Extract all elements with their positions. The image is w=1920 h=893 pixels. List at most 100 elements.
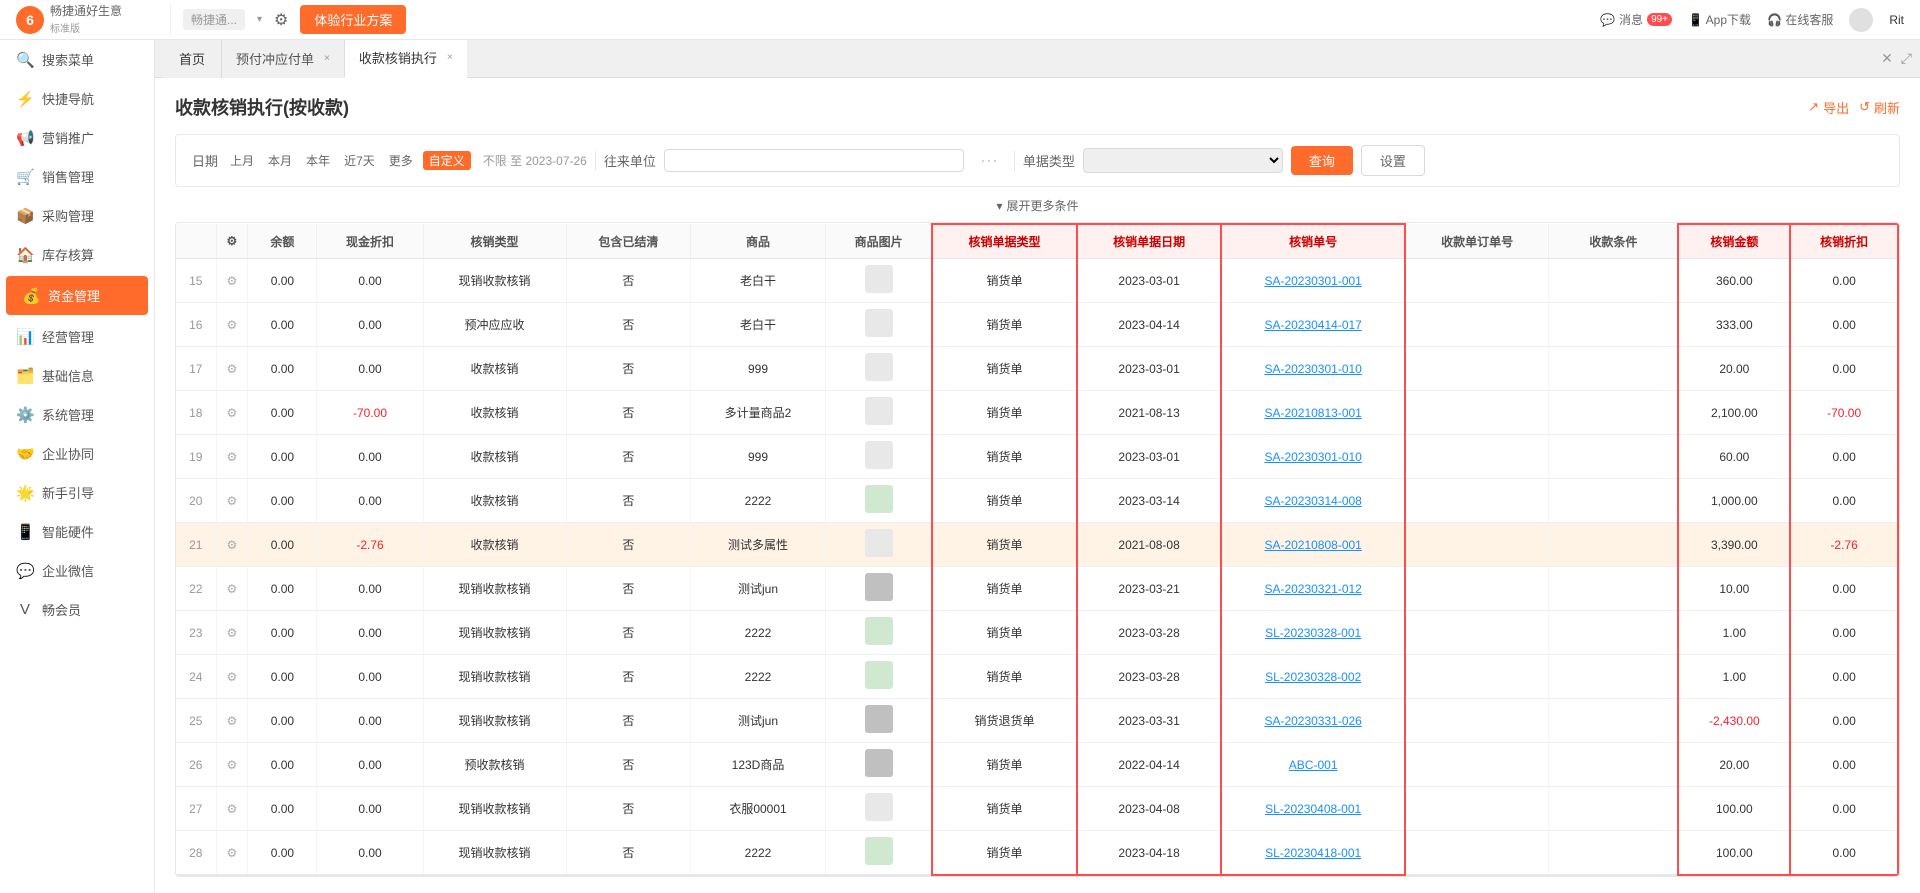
- bill-no-link-27[interactable]: SL-20230408-001: [1265, 802, 1361, 816]
- row-settings-icon[interactable]: ⚙: [227, 582, 238, 596]
- row-settings-icon[interactable]: ⚙: [227, 406, 238, 420]
- sidebar-item-finance[interactable]: 💰资金管理: [6, 276, 148, 315]
- bill-no-link-20[interactable]: SA-20230314-008: [1264, 494, 1361, 508]
- date-7days-btn[interactable]: 近7天: [340, 150, 379, 171]
- bill-no-link-24[interactable]: SL-20230328-002: [1265, 670, 1361, 684]
- date-more-btn[interactable]: 更多: [385, 150, 417, 171]
- bill-no-link-19[interactable]: SA-20230301-010: [1264, 450, 1361, 464]
- query-button[interactable]: 查询: [1291, 146, 1353, 175]
- maximize-icon[interactable]: ⤢: [1901, 50, 1912, 67]
- row-settings-icon[interactable]: ⚙: [227, 538, 238, 552]
- bill-no-link-25[interactable]: SA-20230331-026: [1264, 714, 1361, 728]
- cell-write_off_bill_no-22[interactable]: SA-20230321-012: [1221, 567, 1405, 611]
- cell-cash_discount-19: 0.00: [317, 435, 423, 479]
- row-settings-icon[interactable]: ⚙: [227, 494, 238, 508]
- refresh-button[interactable]: ↺ 刷新: [1859, 98, 1900, 117]
- cell-write_off_bill_no-21[interactable]: SA-20210808-001: [1221, 523, 1405, 567]
- cell-rownum-25: 25: [176, 699, 216, 743]
- app-download[interactable]: 📱 App下载: [1688, 11, 1751, 28]
- sidebar-item-search-menu[interactable]: 🔍搜索菜单: [0, 40, 154, 79]
- cell-write_off_bill_no-17[interactable]: SA-20230301-010: [1221, 347, 1405, 391]
- cell-write_off_discount-23: 0.00: [1790, 611, 1898, 655]
- row-settings-icon[interactable]: ⚙: [227, 450, 238, 464]
- sidebar-item-purchase[interactable]: 📦采购管理: [0, 196, 154, 235]
- tab-writeoff-close-icon[interactable]: ×: [447, 52, 453, 63]
- cell-write_off_bill_no-28[interactable]: SL-20230418-001: [1221, 831, 1405, 876]
- tab-prepay[interactable]: 预付冲应付单 ×: [221, 40, 344, 78]
- row-settings-icon[interactable]: ⚙: [227, 274, 238, 288]
- source-unit-input[interactable]: [673, 153, 955, 168]
- cell-write_off_bill_type-17: 销货单: [932, 347, 1077, 391]
- sidebar-item-sales[interactable]: 🛒销售管理: [0, 157, 154, 196]
- date-this-year-btn[interactable]: 本年: [302, 150, 334, 171]
- source-unit-dots[interactable]: ···: [980, 150, 998, 171]
- date-this-month-btn[interactable]: 本月: [264, 150, 296, 171]
- bill-no-link-16[interactable]: SA-20230414-017: [1264, 318, 1361, 332]
- tab-writeoff[interactable]: 收款核销执行 ×: [344, 40, 467, 78]
- sidebar-item-operations[interactable]: 📊经营管理: [0, 317, 154, 356]
- bill-no-link-22[interactable]: SA-20230321-012: [1264, 582, 1361, 596]
- sidebar-item-base-info[interactable]: 🗂️基础信息: [0, 356, 154, 395]
- cell-write_off_bill_no-26[interactable]: ABC-001: [1221, 743, 1405, 787]
- sidebar-item-wechat[interactable]: 💬企业微信: [0, 551, 154, 590]
- bill-no-link-17[interactable]: SA-20230301-010: [1264, 362, 1361, 376]
- company-name[interactable]: 畅捷通...: [183, 9, 245, 30]
- cell-write_off_bill_no-23[interactable]: SL-20230328-001: [1221, 611, 1405, 655]
- chevron-down-icon: ▾: [996, 199, 1002, 213]
- row-settings-icon[interactable]: ⚙: [227, 626, 238, 640]
- bill-type-select[interactable]: [1083, 148, 1283, 173]
- cell-write_off_bill_no-15[interactable]: SA-20230301-001: [1221, 259, 1405, 303]
- row-settings-icon[interactable]: ⚙: [227, 318, 238, 332]
- sidebar-item-member[interactable]: V畅会员: [0, 590, 154, 629]
- trial-button[interactable]: 体验行业方案: [300, 5, 406, 34]
- cell-write_off_bill_no-20[interactable]: SA-20230314-008: [1221, 479, 1405, 523]
- cell-balance-25: 0.00: [248, 699, 317, 743]
- row-settings-icon[interactable]: ⚙: [227, 670, 238, 684]
- row-settings-icon[interactable]: ⚙: [227, 846, 238, 860]
- bill-no-link-23[interactable]: SL-20230328-001: [1265, 626, 1361, 640]
- filter-divider2: [1014, 151, 1015, 171]
- date-custom-badge[interactable]: 自定义: [423, 151, 471, 170]
- online-service[interactable]: 🎧 在线客服: [1767, 11, 1833, 28]
- row-settings-icon[interactable]: ⚙: [227, 802, 238, 816]
- row-settings-icon[interactable]: ⚙: [227, 714, 238, 728]
- row-settings-icon[interactable]: ⚙: [227, 758, 238, 772]
- sidebar-item-quick-nav[interactable]: ⚡快捷导航: [0, 79, 154, 118]
- expand-more-btn[interactable]: ▾ 展开更多条件: [996, 197, 1078, 214]
- message-area[interactable]: 💬 消息 99+: [1600, 11, 1672, 28]
- cell-cash_discount-22: 0.00: [317, 567, 423, 611]
- bill-no-link-26[interactable]: ABC-001: [1289, 758, 1338, 772]
- tab-prepay-close-icon[interactable]: ×: [324, 53, 330, 64]
- cell-write_off_bill_no-24[interactable]: SL-20230328-002: [1221, 655, 1405, 699]
- cell-write_off_bill_no-18[interactable]: SA-20210813-001: [1221, 391, 1405, 435]
- export-button[interactable]: ↗ 导出: [1808, 98, 1849, 117]
- settings-button[interactable]: 设置: [1361, 145, 1425, 176]
- bill-no-link-21[interactable]: SA-20210808-001: [1264, 538, 1361, 552]
- sidebar-item-inventory[interactable]: 🏠库存核算: [0, 235, 154, 274]
- cell-write_off_type-21: 收款核销: [423, 523, 566, 567]
- cell-write_off_bill_no-25[interactable]: SA-20230331-026: [1221, 699, 1405, 743]
- close-window-icon[interactable]: ✕: [1881, 50, 1893, 67]
- bill-no-link-15[interactable]: SA-20230301-001: [1264, 274, 1361, 288]
- date-prev-month-btn[interactable]: 上月: [226, 150, 258, 171]
- cell-write_off_bill_no-16[interactable]: SA-20230414-017: [1221, 303, 1405, 347]
- bill-no-link-28[interactable]: SL-20230418-001: [1265, 846, 1361, 860]
- bill-no-link-18[interactable]: SA-20210813-001: [1264, 406, 1361, 420]
- company-chevron-icon[interactable]: ▾: [257, 14, 262, 25]
- sidebar-item-collab[interactable]: 🤝企业协同: [0, 434, 154, 473]
- source-unit-input-wrap[interactable]: [664, 149, 964, 172]
- cell-write_off_amount-15: 360.00: [1678, 259, 1790, 303]
- sidebar-item-marketing[interactable]: 📢营销推广: [0, 118, 154, 157]
- gear-icon[interactable]: ⚙: [274, 10, 288, 30]
- sidebar-item-smart-hw[interactable]: 📱智能硬件: [0, 512, 154, 551]
- user-info[interactable]: [1849, 8, 1873, 32]
- tab-home[interactable]: 首页: [163, 40, 221, 78]
- sidebar-item-guide[interactable]: 🌟新手引导: [0, 473, 154, 512]
- sidebar-item-system[interactable]: ⚙️系统管理: [0, 395, 154, 434]
- col-header-goods_img: 商品图片: [825, 224, 932, 259]
- cell-write_off_bill_no-19[interactable]: SA-20230301-010: [1221, 435, 1405, 479]
- goods-image-16: [865, 309, 893, 337]
- row-settings-icon[interactable]: ⚙: [227, 362, 238, 376]
- cell-rownum-20: 20: [176, 479, 216, 523]
- cell-write_off_bill_no-27[interactable]: SL-20230408-001: [1221, 787, 1405, 831]
